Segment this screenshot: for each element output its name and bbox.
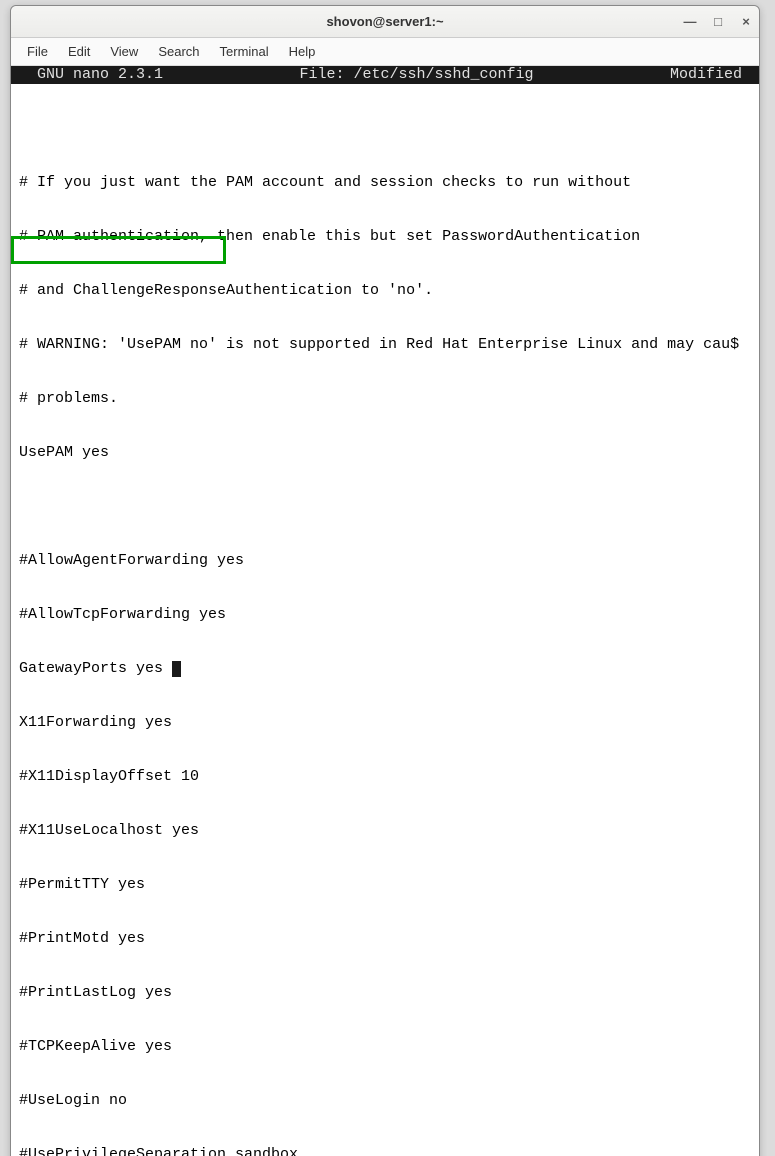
editor-line: #TCPKeepAlive yes <box>19 1038 751 1056</box>
close-icon[interactable]: × <box>739 15 753 29</box>
menu-view[interactable]: View <box>102 42 146 61</box>
menu-edit[interactable]: Edit <box>60 42 98 61</box>
window-title: shovon@server1:~ <box>326 14 443 29</box>
editor-line: #UseLogin no <box>19 1092 751 1110</box>
terminal-content[interactable]: GNU nano 2.3.1 File: /etc/ssh/sshd_confi… <box>11 66 759 1156</box>
window-controls: — □ × <box>683 15 753 29</box>
editor-body[interactable]: # If you just want the PAM account and s… <box>11 84 759 1156</box>
menu-terminal[interactable]: Terminal <box>212 42 277 61</box>
editor-line: # WARNING: 'UsePAM no' is not supported … <box>19 336 751 354</box>
editor-line: UsePAM yes <box>19 444 751 462</box>
titlebar: shovon@server1:~ — □ × <box>11 6 759 38</box>
menu-file[interactable]: File <box>19 42 56 61</box>
nano-status: Modified <box>670 66 751 84</box>
editor-line: #X11DisplayOffset 10 <box>19 768 751 786</box>
cursor-icon <box>172 661 181 677</box>
terminal-window: shovon@server1:~ — □ × File Edit View Se… <box>10 5 760 1156</box>
menu-search[interactable]: Search <box>150 42 207 61</box>
menu-help[interactable]: Help <box>281 42 324 61</box>
nano-header: GNU nano 2.3.1 File: /etc/ssh/sshd_confi… <box>11 66 759 84</box>
editor-line: #UsePrivilegeSeparation sandbox <box>19 1146 751 1156</box>
editor-line: # and ChallengeResponseAuthentication to… <box>19 282 751 300</box>
menubar: File Edit View Search Terminal Help <box>11 38 759 66</box>
editor-line: #AllowTcpForwarding yes <box>19 606 751 624</box>
editor-line: # PAM authentication, then enable this b… <box>19 228 751 246</box>
minimize-icon[interactable]: — <box>683 15 697 29</box>
editor-line: # If you just want the PAM account and s… <box>19 174 751 192</box>
nano-file-label: File: /etc/ssh/sshd_config <box>163 66 670 84</box>
editor-line <box>19 120 751 138</box>
editor-line: #X11UseLocalhost yes <box>19 822 751 840</box>
maximize-icon[interactable]: □ <box>711 15 725 29</box>
editor-line: X11Forwarding yes <box>19 714 751 732</box>
editor-line: #PrintLastLog yes <box>19 984 751 1002</box>
editor-line: # problems. <box>19 390 751 408</box>
editor-line: #PermitTTY yes <box>19 876 751 894</box>
nano-version: GNU nano 2.3.1 <box>19 66 163 84</box>
editor-line: #AllowAgentForwarding yes <box>19 552 751 570</box>
editor-line: #PrintMotd yes <box>19 930 751 948</box>
editor-cursor-line: GatewayPorts yes <box>19 660 751 678</box>
editor-line <box>19 498 751 516</box>
editor-line-text: GatewayPorts yes <box>19 660 172 677</box>
